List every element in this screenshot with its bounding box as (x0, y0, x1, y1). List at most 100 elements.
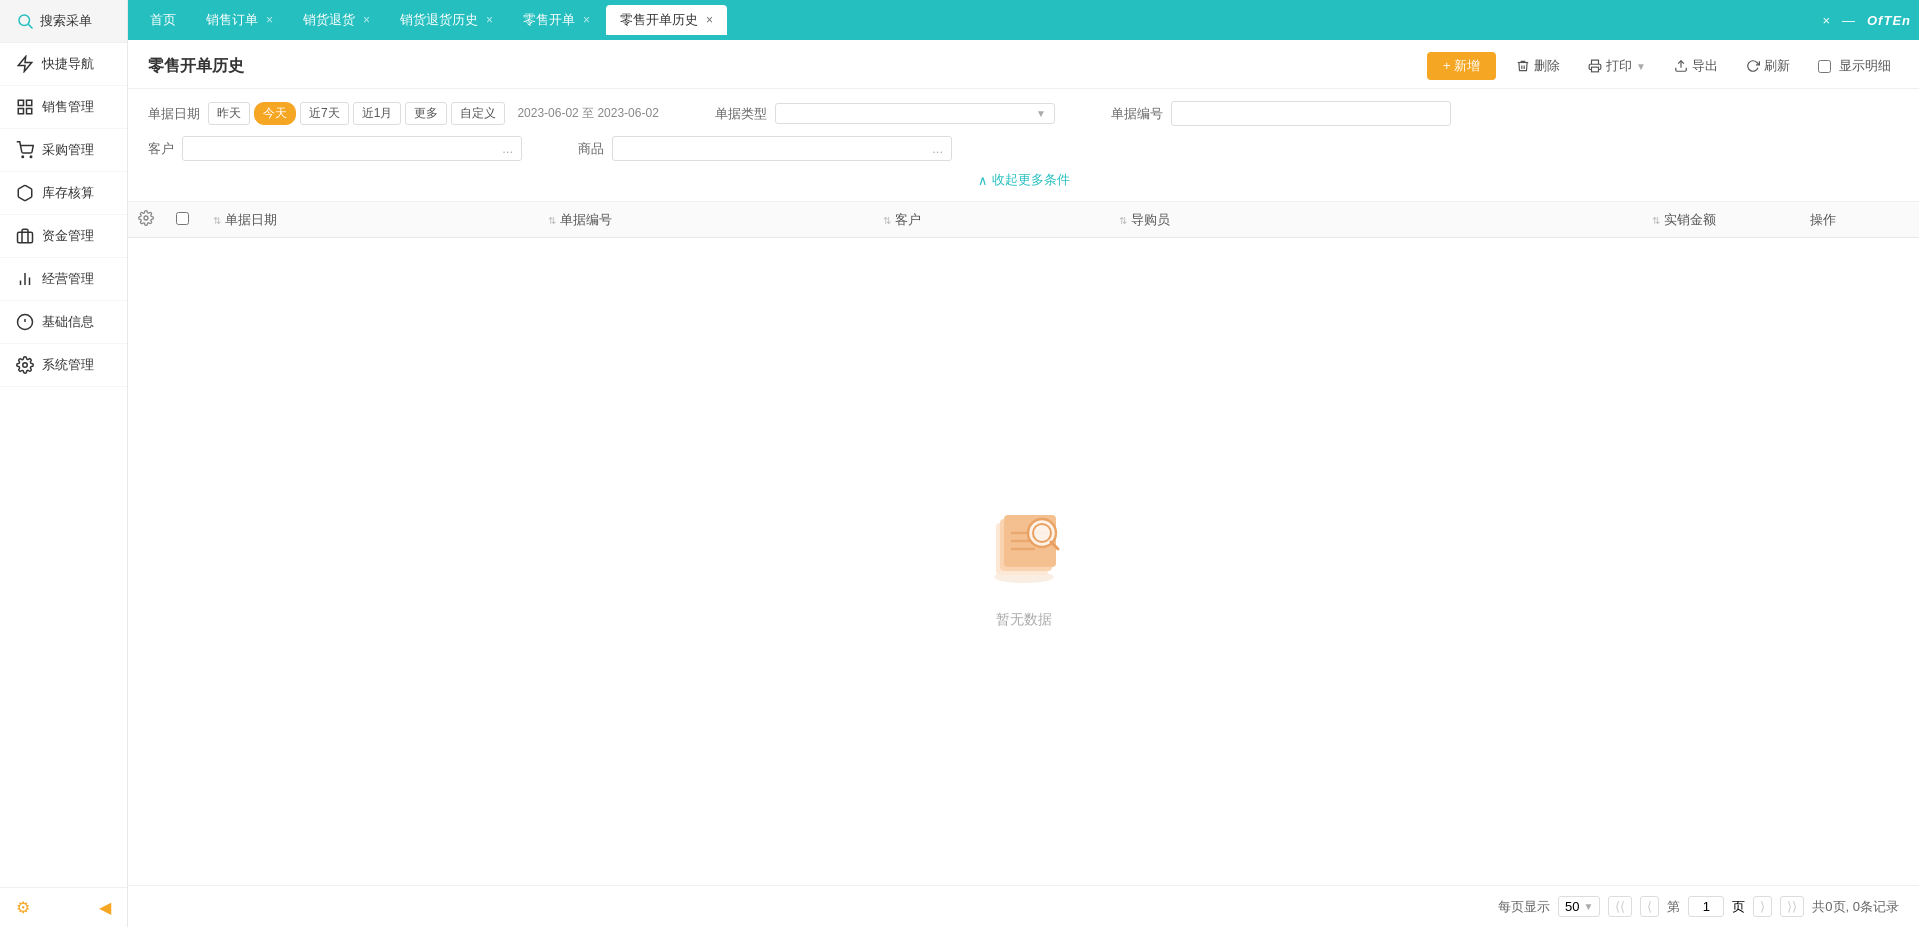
tab-sales-return-close[interactable]: × (363, 14, 370, 26)
col-amount-label: 实销金额 (1664, 212, 1716, 227)
quick-nav-icon (16, 55, 34, 73)
sidebar-item-quick-nav[interactable]: 快捷导航 (0, 43, 127, 86)
collapse-sidebar-icon[interactable]: ◀ (99, 898, 111, 917)
sort-arrows: ⇅ (883, 215, 891, 226)
page-first-btn[interactable]: ⟨⟨ (1608, 896, 1632, 917)
export-label: 导出 (1692, 57, 1718, 75)
date-btn-more[interactable]: 更多 (405, 102, 447, 125)
settings-bottom-icon[interactable]: ⚙ (16, 898, 30, 917)
col-customer[interactable]: ⇅ 客户 (871, 202, 1107, 238)
pagination: 每页显示 50 ▼ ⟨⟨ ⟨ 第 页 ⟩ ⟩⟩ 共0页, 0条记录 (128, 885, 1919, 927)
tab-retail-open-close[interactable]: × (583, 14, 590, 26)
page-last-btn[interactable]: ⟩⟩ (1780, 896, 1804, 917)
sort-arrows: ⇅ (1119, 215, 1127, 226)
tab-retail-open[interactable]: 零售开单 × (509, 5, 604, 35)
print-button[interactable]: 打印 ▼ (1580, 53, 1654, 79)
filter-docno-input[interactable] (1171, 101, 1451, 126)
tab-bar: 首页 销售订单 × 销货退货 × 销货退货历史 × 零售开单 × 零售开单历史 … (128, 0, 1919, 40)
checkbox-header[interactable] (164, 202, 201, 238)
svg-rect-3 (18, 100, 23, 105)
page-prev-btn[interactable]: ⟨ (1640, 896, 1659, 917)
sidebar-search[interactable]: 搜索采单 (0, 0, 127, 43)
settings-header (128, 202, 164, 238)
sidebar-item-basic-info[interactable]: 基础信息 (0, 301, 127, 344)
tab-retail-open-history[interactable]: 零售开单历史 × (606, 5, 727, 35)
export-button[interactable]: 导出 (1666, 53, 1726, 79)
tab-bar-right: × — OfTEn (1822, 13, 1911, 28)
tab-sales-return-history-close[interactable]: × (486, 14, 493, 26)
sidebar-item-label: 系统管理 (42, 356, 94, 374)
collapse-label: 收起更多条件 (992, 171, 1070, 189)
sidebar-item-purchase-mgmt[interactable]: 采购管理 (0, 129, 127, 172)
page-size-arrow: ▼ (1583, 901, 1593, 912)
tab-sales-order[interactable]: 销售订单 × (192, 5, 287, 35)
select-all-checkbox[interactable] (176, 212, 189, 225)
toolbar: + 新增 删除 打印 ▼ 导出 刷新 (1427, 52, 1899, 80)
col-amount[interactable]: ⇅ 实销金额 (1393, 202, 1728, 238)
filter-area: 单据日期 昨天 今天 近7天 近1月 更多 自定义 2023-06-02 至 2… (128, 89, 1919, 202)
finance-icon (16, 227, 34, 245)
col-actions-label: 操作 (1810, 212, 1836, 227)
filter-customer-label: 客户 (148, 140, 174, 158)
sidebar-bottom: ⚙ ◀ (0, 887, 127, 927)
sidebar-item-label: 基础信息 (42, 313, 94, 331)
filter-doctype-select[interactable]: ▼ (775, 103, 1055, 124)
sidebar-item-sales-mgmt[interactable]: 销售管理 (0, 86, 127, 129)
sidebar-item-finance[interactable]: 资金管理 (0, 215, 127, 258)
sidebar-item-label: 经营管理 (42, 270, 94, 288)
window-minimize-btn[interactable]: — (1842, 13, 1855, 28)
tab-sales-return-label: 销货退货 (303, 11, 355, 29)
refresh-button[interactable]: 刷新 (1738, 53, 1798, 79)
date-btn-1month[interactable]: 近1月 (353, 102, 402, 125)
sidebar-item-label: 销售管理 (42, 98, 94, 116)
table-settings-icon[interactable] (138, 210, 154, 226)
delete-button[interactable]: 删除 (1508, 53, 1568, 79)
collapse-filter-btn[interactable]: ∧ 收起更多条件 (978, 171, 1070, 189)
tab-sales-return-history[interactable]: 销货退货历史 × (386, 5, 507, 35)
date-btn-today[interactable]: 今天 (254, 102, 296, 125)
goods-ellipsis: ... (932, 141, 943, 156)
svg-point-7 (22, 156, 24, 158)
empty-text: 暂无数据 (996, 611, 1052, 629)
col-actions: 操作 (1728, 202, 1919, 238)
date-btn-custom[interactable]: 自定义 (451, 102, 505, 125)
svg-line-1 (28, 24, 32, 28)
refresh-label: 刷新 (1764, 57, 1790, 75)
date-btn-yesterday[interactable]: 昨天 (208, 102, 250, 125)
col-date[interactable]: ⇅ 单据日期 (201, 202, 536, 238)
col-docno[interactable]: ⇅ 单据编号 (536, 202, 871, 238)
tab-home[interactable]: 首页 (136, 5, 190, 35)
sort-arrows: ⇅ (548, 215, 556, 226)
search-icon (16, 12, 34, 30)
select-arrow-icon: ▼ (1036, 108, 1046, 119)
refresh-icon (1746, 59, 1760, 73)
filter-customer-input[interactable]: ... (182, 136, 522, 161)
sidebar-item-system[interactable]: 系统管理 (0, 344, 127, 387)
sidebar-item-label: 采购管理 (42, 141, 94, 159)
window-close-btn[interactable]: × (1822, 13, 1830, 28)
filter-date-buttons: 昨天 今天 近7天 近1月 更多 自定义 (208, 102, 505, 125)
col-guide[interactable]: ⇅ 导购员 (1107, 202, 1392, 238)
date-btn-7days[interactable]: 近7天 (300, 102, 349, 125)
display-detail-checkbox[interactable] (1818, 60, 1831, 73)
sidebar: 搜索采单 快捷导航 销售管理 采购管理 库存核算 资金管理 经营管理 基础信息 … (0, 0, 128, 927)
tab-sales-order-close[interactable]: × (266, 14, 273, 26)
filter-goods-input[interactable]: ... (612, 136, 952, 161)
tab-sales-order-label: 销售订单 (206, 11, 258, 29)
svg-rect-6 (18, 109, 23, 114)
add-button[interactable]: + 新增 (1427, 52, 1496, 80)
svg-rect-4 (27, 100, 32, 105)
page-size-select[interactable]: 50 ▼ (1558, 896, 1600, 917)
sidebar-item-inventory[interactable]: 库存核算 (0, 172, 127, 215)
tab-sales-return[interactable]: 销货退货 × (289, 5, 384, 35)
tab-retail-open-history-close[interactable]: × (706, 14, 713, 26)
page-size-label: 每页显示 (1498, 898, 1550, 916)
display-detail-button[interactable]: 显示明细 (1810, 53, 1899, 79)
page-input[interactable] (1688, 896, 1724, 917)
print-arrow: ▼ (1636, 61, 1646, 72)
table-container: ⇅ 单据日期 ⇅ 单据编号 ⇅ 客户 (128, 202, 1919, 885)
sidebar-item-business[interactable]: 经营管理 (0, 258, 127, 301)
svg-rect-9 (18, 232, 33, 243)
page-next-btn[interactable]: ⟩ (1753, 896, 1772, 917)
filter-customer-item: 客户 ... (148, 136, 522, 161)
